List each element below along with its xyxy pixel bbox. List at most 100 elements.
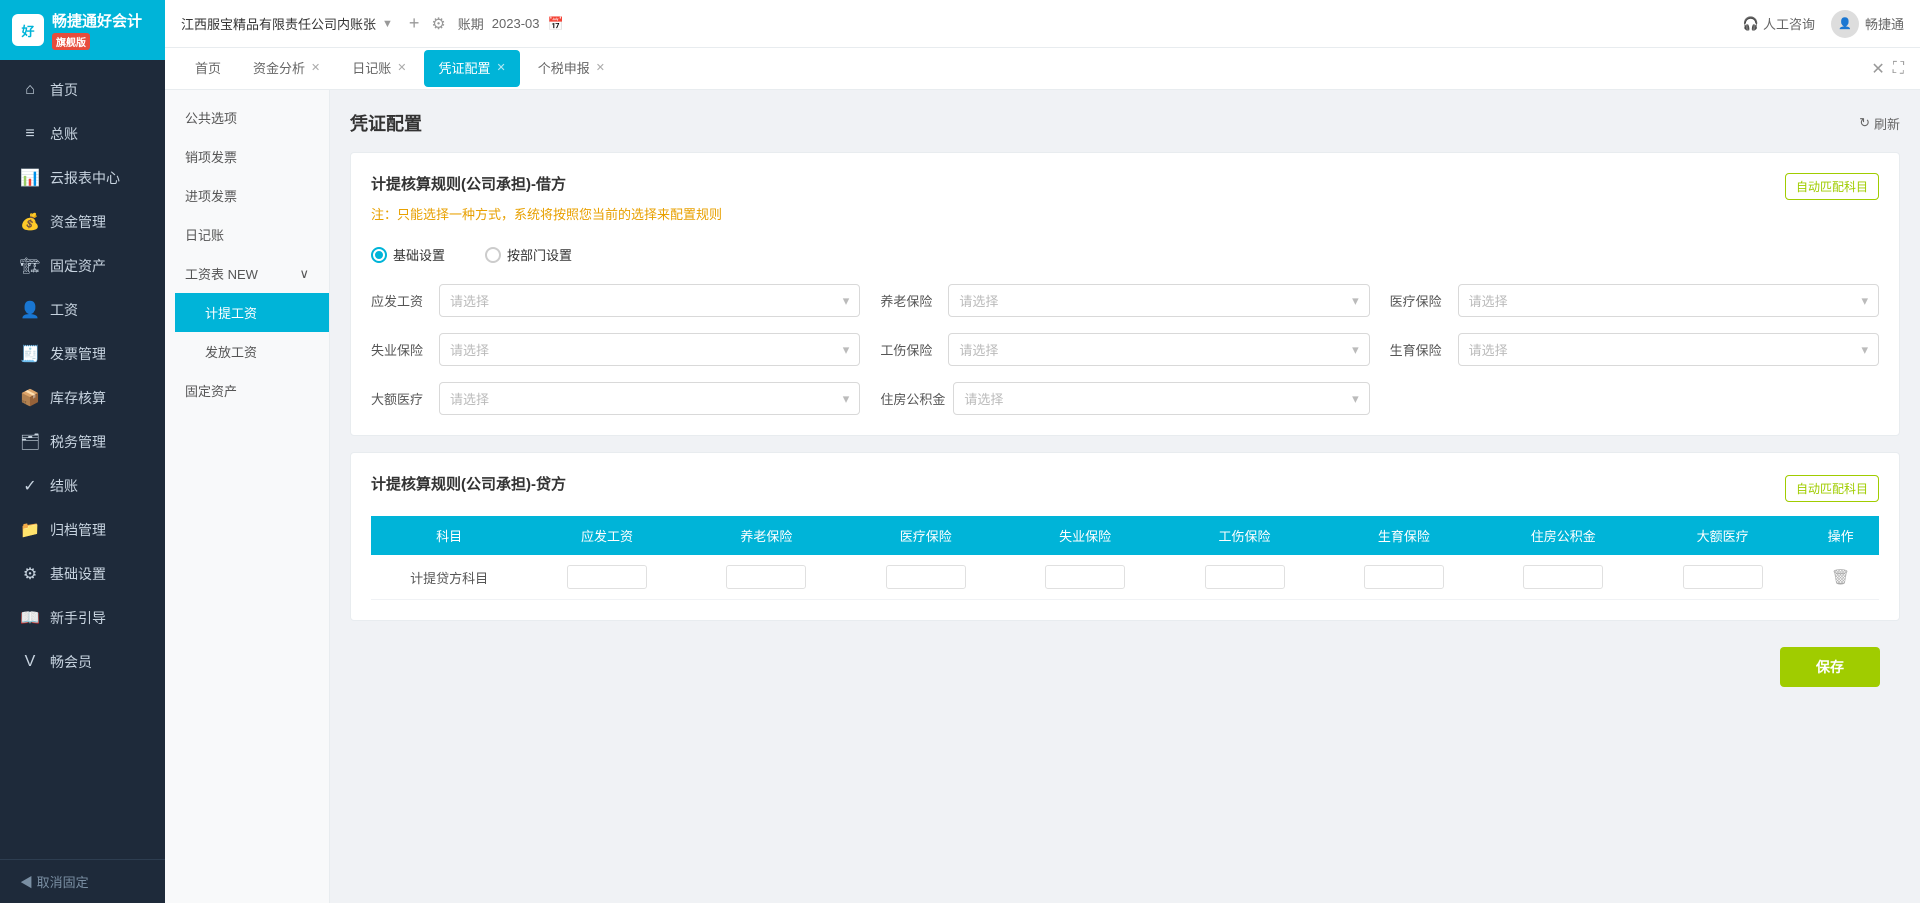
field-yfgz-label: 应发工资 [371, 291, 431, 310]
tab-actions: ✕ ⛶ [1871, 59, 1904, 79]
avatar: 👤 [1831, 10, 1859, 38]
tab-voucher-config-label: 凭证配置 [438, 58, 490, 77]
field-yfgz-select[interactable]: 请选择 ▾ [439, 284, 860, 317]
field-yibx-placeholder: 请选择 [1469, 291, 1508, 310]
td-yibx [846, 555, 1005, 600]
th-subject: 科目 [371, 516, 527, 555]
tab-tax-close[interactable]: ✕ [596, 61, 605, 74]
tab-fullscreen-btn[interactable]: ⛶ [1893, 59, 1904, 79]
sidebar-item-member[interactable]: V 畅会员 [0, 640, 165, 684]
chevron-down-icon: ∨ [299, 266, 309, 282]
left-nav-payroll-label: 工资表 NEW [185, 264, 258, 283]
sidebar-item-funds[interactable]: 💰 资金管理 [0, 200, 165, 244]
tab-journal-close[interactable]: ✕ [397, 61, 406, 74]
sidebar-item-assets[interactable]: 🏗 固定资产 [0, 244, 165, 288]
user-info[interactable]: 👤 畅捷通 [1831, 10, 1904, 38]
sidebar-item-home[interactable]: ⌂ 首页 [0, 68, 165, 112]
td-sybx [1005, 555, 1164, 600]
field-sybx-select[interactable]: 请选择 ▾ [439, 333, 860, 366]
delete-row-btn[interactable]: 🗑 [1831, 569, 1850, 586]
input-shybx[interactable] [1364, 565, 1444, 589]
field-shybx-select[interactable]: 请选择 ▾ [1458, 333, 1879, 366]
radio-department[interactable]: 按部门设置 [485, 245, 572, 264]
settings-btn[interactable]: ⚙ [431, 14, 445, 34]
td-yfgz [527, 555, 686, 600]
field-ylbx: 养老保险 请选择 ▾ [880, 284, 1369, 317]
sidebar-item-invoice[interactable]: 🧾 发票管理 [0, 332, 165, 376]
input-yfgz[interactable] [567, 565, 647, 589]
tab-voucher-config[interactable]: 凭证配置 ✕ [424, 50, 519, 87]
field-dayl: 大额医疗 请选择 ▾ [371, 382, 860, 415]
th-ylbx: 养老保险 [687, 516, 846, 555]
sidebar-item-settings[interactable]: ⚙ 基础设置 [0, 552, 165, 596]
input-ylbx[interactable] [726, 565, 806, 589]
field-yibx-select[interactable]: 请选择 ▾ [1458, 284, 1879, 317]
refresh-button[interactable]: ↻ 刷新 [1859, 114, 1900, 133]
sidebar-item-ledger[interactable]: ≡ 总账 [0, 112, 165, 156]
left-nav-purchase-invoice[interactable]: 进项发票 [165, 176, 329, 215]
input-yibx[interactable] [886, 565, 966, 589]
field-dayl-select[interactable]: 请选择 ▾ [439, 382, 860, 415]
table-row: 计提贷方科目 🗑 [371, 555, 1879, 600]
period-selector[interactable]: 账期 2023-03 📅 [458, 14, 564, 33]
input-dayl[interactable] [1683, 565, 1763, 589]
debit-form-grid: 应发工资 请选择 ▾ 养老保险 请选择 ▾ 医疗 [371, 284, 1879, 415]
main-area: 江西服宝精品有限责任公司内账张 ▼ + ⚙ 账期 2023-03 📅 🎧 人工咨… [165, 0, 1920, 903]
field-dayl-label: 大额医疗 [371, 389, 431, 408]
td-dayl [1643, 555, 1802, 600]
input-gsbx[interactable] [1205, 565, 1285, 589]
field-gjj-label: 住房公积金 [880, 389, 945, 408]
left-nav-public[interactable]: 公共选项 [165, 98, 329, 137]
sidebar-item-inventory[interactable]: 📦 库存核算 [0, 376, 165, 420]
tab-home[interactable]: 首页 [181, 50, 235, 87]
tab-journal[interactable]: 日记账 ✕ [338, 50, 420, 87]
left-nav-journal[interactable]: 日记账 [165, 215, 329, 254]
assets-icon: 🏗 [20, 256, 40, 276]
left-nav-journal-label: 日记账 [185, 228, 224, 243]
chevron-down-icon-yfgz: ▾ [843, 293, 850, 309]
support-link[interactable]: 🎧 人工咨询 [1743, 14, 1815, 33]
field-yibx-label: 医疗保险 [1390, 291, 1450, 310]
tab-funds-close[interactable]: ✕ [311, 61, 320, 74]
sidebar-item-reports[interactable]: 📊 云报表中心 [0, 156, 165, 200]
sidebar-item-archive[interactable]: 📁 归档管理 [0, 508, 165, 552]
field-gsbx-select[interactable]: 请选择 ▾ [948, 333, 1369, 366]
sidebar-item-salary[interactable]: 👤 工资 [0, 288, 165, 332]
radio-basic[interactable]: 基础设置 [371, 245, 445, 264]
left-nav-sales-invoice[interactable]: 销项发票 [165, 137, 329, 176]
sidebar-item-settings-label: 基础设置 [50, 564, 106, 584]
table-header-row: 科目 应发工资 养老保险 医疗保险 失业保险 工伤保险 生育保险 住房公积金 大… [371, 516, 1879, 555]
sidebar-item-closing[interactable]: ✓ 结账 [0, 464, 165, 508]
sidebar-unpin[interactable]: ◀ 取消固定 [0, 859, 165, 903]
sidebar-item-tax[interactable]: 🗂 税务管理 [0, 420, 165, 464]
tab-close-all-btn[interactable]: ✕ [1871, 59, 1884, 79]
credit-auto-match-btn[interactable]: 自动匹配科目 [1785, 475, 1879, 502]
debit-auto-match-btn[interactable]: 自动匹配科目 [1785, 173, 1879, 200]
sidebar-item-guide[interactable]: 📖 新手引导 [0, 596, 165, 640]
top-bar-actions: + ⚙ 账期 2023-03 📅 [409, 13, 564, 34]
left-nav-accrual[interactable]: 计提工资 [175, 293, 329, 332]
field-gjj-select[interactable]: 请选择 ▾ [953, 382, 1369, 415]
chevron-down-icon-yibx: ▾ [1861, 293, 1868, 309]
logo-icon: 好 [12, 14, 44, 46]
left-nav-payroll-group[interactable]: 工资表 NEW ∨ [165, 254, 329, 293]
field-sybx: 失业保险 请选择 ▾ [371, 333, 860, 366]
add-company-btn[interactable]: + [409, 13, 420, 34]
support-label: 人工咨询 [1763, 14, 1815, 33]
left-nav-payroll-pay[interactable]: 发放工资 [175, 332, 329, 371]
page-header: 凭证配置 ↻ 刷新 [350, 110, 1900, 136]
save-button[interactable]: 保存 [1780, 647, 1880, 687]
tab-funds[interactable]: 资金分析 ✕ [239, 50, 334, 87]
save-bar: 保存 [350, 637, 1900, 697]
main-content: 凭证配置 ↻ 刷新 计提核算规则(公司承担)-借方 注：只能选择一种方式，系统将… [330, 90, 1920, 903]
refresh-label: 刷新 [1874, 114, 1900, 133]
input-sybx[interactable] [1045, 565, 1125, 589]
th-sybx: 失业保险 [1005, 516, 1164, 555]
left-nav-fixed-assets[interactable]: 固定资产 [165, 371, 329, 410]
input-gjj[interactable] [1523, 565, 1603, 589]
field-ylbx-select[interactable]: 请选择 ▾ [948, 284, 1369, 317]
sidebar-item-assets-label: 固定资产 [50, 256, 106, 276]
company-selector[interactable]: 江西服宝精品有限责任公司内账张 ▼ [181, 14, 393, 33]
tab-voucher-config-close[interactable]: ✕ [497, 61, 506, 74]
tab-tax[interactable]: 个税申报 ✕ [524, 50, 619, 87]
